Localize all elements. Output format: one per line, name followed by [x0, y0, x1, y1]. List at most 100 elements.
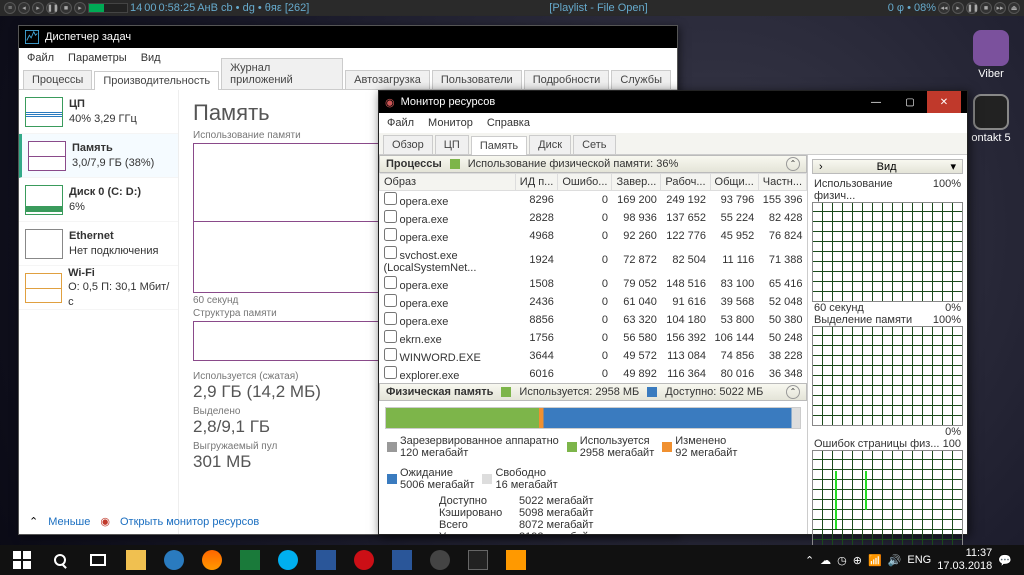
network-icon[interactable]: 📶 [868, 554, 882, 567]
table-row[interactable]: opera.exe2828098 936137 65255 22482 428 [380, 209, 807, 227]
desktop-icon-viber[interactable]: Viber [966, 30, 1016, 80]
tray-chevron-up-icon[interactable]: ⌃ [805, 554, 814, 567]
tab-performance[interactable]: Производительность [94, 71, 219, 90]
tb-resmon[interactable] [460, 545, 496, 575]
process-checkbox[interactable] [384, 228, 397, 241]
process-name[interactable]: opera.exe [380, 227, 516, 245]
open-resmon-link[interactable]: Открыть монитор ресурсов [120, 516, 259, 528]
tab-processes[interactable]: Процессы [23, 70, 92, 89]
processes-panel-header[interactable]: Процессы Использование физической памяти… [379, 155, 807, 173]
tab-network[interactable]: Сеть [573, 135, 615, 154]
sidebar-ethernet[interactable]: EthernetНет подключения [19, 222, 178, 266]
tb-firefox[interactable] [194, 545, 230, 575]
column-header[interactable]: Образ [380, 174, 516, 191]
onedrive-icon[interactable]: ☁ [820, 554, 831, 567]
process-checkbox[interactable] [384, 294, 397, 307]
process-checkbox[interactable] [384, 366, 397, 379]
close-button[interactable]: ✕ [927, 91, 961, 113]
column-header[interactable]: Завер... [612, 174, 661, 191]
collapse-icon[interactable]: ⌃ [786, 157, 800, 171]
column-header[interactable]: Ошибо... [558, 174, 612, 191]
stop-icon[interactable]: ■ [60, 2, 72, 14]
tb-file-explorer[interactable] [118, 545, 154, 575]
language-indicator[interactable]: ENG [907, 554, 931, 566]
pause-icon[interactable]: ❚❚ [46, 2, 58, 14]
minimize-button[interactable]: — [859, 91, 893, 113]
collapse-icon[interactable]: ⌃ [786, 385, 800, 399]
physical-memory-panel-header[interactable]: Физическая память Используется: 2958 МБ … [379, 383, 807, 401]
column-header[interactable]: ИД п... [515, 174, 558, 191]
menu-view[interactable]: Вид [141, 52, 161, 64]
tab-services[interactable]: Службы [611, 70, 671, 89]
process-checkbox[interactable] [384, 276, 397, 289]
process-name[interactable]: svchost.exe (LocalSystemNet... [380, 245, 516, 275]
table-row[interactable]: svchost.exe (LocalSystemNet...1924072 87… [380, 245, 807, 275]
column-header[interactable]: Общи... [710, 174, 758, 191]
resmon-titlebar[interactable]: ◉ Монитор ресурсов — ▢ ✕ [379, 91, 967, 113]
task-manager-titlebar[interactable]: Диспетчер задач [19, 26, 677, 48]
maximize-button[interactable]: ▢ [893, 91, 927, 113]
tab-startup[interactable]: Автозагрузка [345, 70, 430, 89]
process-checkbox[interactable] [384, 348, 397, 361]
tray-icon[interactable]: ⊕ [853, 554, 862, 567]
process-checkbox[interactable] [384, 312, 397, 325]
tab-app-history[interactable]: Журнал приложений [221, 58, 343, 89]
tb-edge[interactable] [156, 545, 192, 575]
table-row[interactable]: opera.exe4968092 260122 77645 95276 824 [380, 227, 807, 245]
system-tray[interactable]: ⌃ ☁ ◷ ⊕ 📶 🔊 ENG 11:37 17.03.2018 💬 [797, 547, 1020, 573]
process-name[interactable]: opera.exe [380, 311, 516, 329]
menu-options[interactable]: Параметры [68, 52, 127, 64]
process-name[interactable]: opera.exe [380, 275, 516, 293]
task-view-icon[interactable] [80, 545, 116, 575]
tb-word2[interactable] [384, 545, 420, 575]
process-name[interactable]: opera.exe [380, 293, 516, 311]
tab-overview[interactable]: Обзор [383, 135, 433, 154]
tab-cpu[interactable]: ЦП [435, 135, 469, 154]
play-icon[interactable]: ▸ [32, 2, 44, 14]
menu-file[interactable]: Файл [27, 52, 54, 64]
clock[interactable]: 11:37 17.03.2018 [937, 547, 992, 573]
column-header[interactable]: Рабоч... [661, 174, 710, 191]
tab-users[interactable]: Пользователи [432, 70, 522, 89]
winamp-menu-icon[interactable]: ≡ [4, 2, 16, 14]
process-checkbox[interactable] [384, 246, 397, 259]
tb-browser[interactable] [422, 545, 458, 575]
sidebar-cpu[interactable]: ЦП40% 3,29 ГГц [19, 90, 178, 134]
tab-memory[interactable]: Память [471, 136, 527, 155]
tab-details[interactable]: Подробности [524, 70, 610, 89]
tb-skype[interactable] [270, 545, 306, 575]
table-row[interactable]: opera.exe1508079 052148 51683 10065 416 [380, 275, 807, 293]
menu-help[interactable]: Справка [487, 117, 530, 129]
process-checkbox[interactable] [384, 210, 397, 223]
table-row[interactable]: ekrn.exe1756056 580156 392106 14450 248 [380, 329, 807, 347]
fewer-details-link[interactable]: Меньше [48, 516, 90, 528]
process-checkbox[interactable] [384, 330, 397, 343]
tb-excel[interactable] [232, 545, 268, 575]
process-name[interactable]: opera.exe [380, 191, 516, 210]
chevron-up-icon[interactable]: ⌃ [29, 515, 38, 528]
menu-monitor[interactable]: Монитор [428, 117, 473, 129]
tb-opera[interactable] [346, 545, 382, 575]
process-checkbox[interactable] [384, 192, 397, 205]
table-row[interactable]: opera.exe8856063 320104 18053 80050 380 [380, 311, 807, 329]
winamp-player[interactable]: ≡ ◂ ▸ ❚❚ ■ ▸ 14 00 0:58:25 АнВ сb • dg •… [0, 0, 1024, 16]
search-icon[interactable] [42, 545, 78, 575]
table-row[interactable]: WINWORD.EXE3644049 572113 08474 85638 22… [380, 347, 807, 365]
prev-icon[interactable]: ◂ [18, 2, 30, 14]
sidebar-wifi[interactable]: Wi-FiО: 0,5 П: 30,1 Мбит/с [19, 266, 178, 310]
sidebar-disk[interactable]: Диск 0 (C: D:)6% [19, 178, 178, 222]
start-button[interactable] [4, 545, 40, 575]
tb-winamp[interactable] [498, 545, 534, 575]
tab-disk[interactable]: Диск [529, 135, 571, 154]
table-row[interactable]: opera.exe82960169 200249 19293 796155 39… [380, 191, 807, 210]
tray-icon[interactable]: ◷ [837, 554, 847, 567]
view-dropdown[interactable]: › Вид ▾ [812, 159, 963, 174]
table-row[interactable]: opera.exe2436061 04091 61639 56852 048 [380, 293, 807, 311]
table-row[interactable]: explorer.exe6016049 892116 36480 01636 3… [380, 365, 807, 383]
menu-file[interactable]: Файл [387, 117, 414, 129]
process-name[interactable]: ekrn.exe [380, 329, 516, 347]
desktop-icon-kontakt[interactable]: ontakt 5 [966, 94, 1016, 144]
next-icon[interactable]: ▸ [74, 2, 86, 14]
volume-icon[interactable]: 🔊 [888, 554, 902, 567]
process-name[interactable]: WINWORD.EXE [380, 347, 516, 365]
